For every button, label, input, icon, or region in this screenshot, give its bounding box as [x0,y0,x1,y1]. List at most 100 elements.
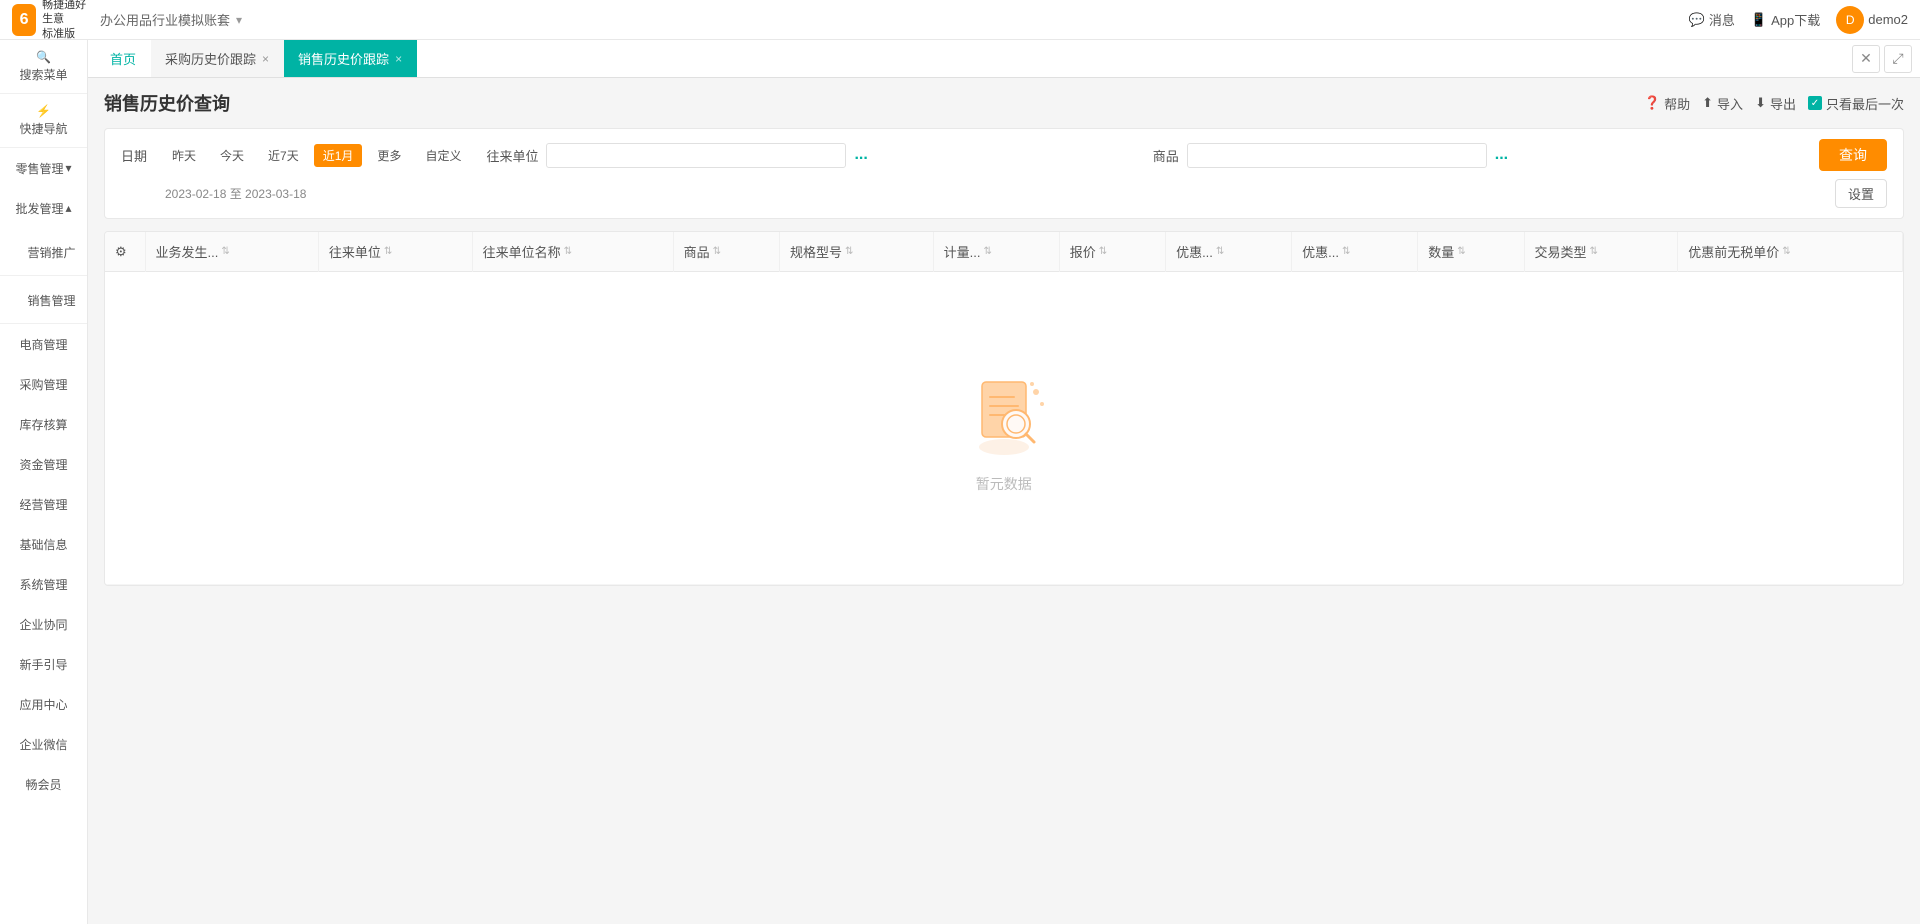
shortcuts-icon: ⚡ [36,104,51,118]
sort-icon: ⇅ [984,246,992,257]
close-tab-button[interactable]: ✕ [1852,45,1880,73]
chevron-down-icon: ▾ [65,161,71,175]
settings-button[interactable]: 设置 [1835,179,1887,208]
tab-purchase-history[interactable]: 采购历史价跟踪 × [151,40,284,77]
sidebar-item-finance[interactable]: 资金管理 [0,444,87,484]
sidebar-item-shortcuts[interactable]: ⚡ 快捷导航 [0,94,87,148]
only-last-checkbox[interactable]: ✓ 只看最后一次 [1808,94,1904,113]
th-biz-date[interactable]: 业务发生... ⇅ [145,232,318,272]
sort-icon: ⇅ [221,246,229,257]
sidebar-item-sales[interactable]: 销售管理 [0,276,87,324]
tab-sales-history[interactable]: 销售历史价跟踪 × [284,40,417,77]
sidebar-item-wholesale[interactable]: 批发管理 ▴ [0,188,87,228]
partner-label: 往来单位 [486,146,538,165]
sidebar-item-retail[interactable]: 零售管理 ▾ [0,148,87,188]
date-btn-yesterday[interactable]: 昨天 [163,144,205,167]
query-button[interactable]: 查询 [1819,139,1887,171]
partner-input[interactable] [546,143,846,168]
help-icon: ❓ [1644,95,1660,111]
chevron-up-icon: ▴ [65,201,71,215]
help-button[interactable]: ❓ 帮助 [1644,94,1690,113]
th-settings[interactable]: ⚙ [105,232,145,272]
main-layout: 🔍 搜索菜单 ⚡ 快捷导航 零售管理 ▾ 批发管理 ▴ 营销推广 销售管理 电商… [0,40,1920,924]
sidebar-item-search[interactable]: 🔍 搜索菜单 [0,40,87,94]
tab-close-sales[interactable]: × [395,53,402,65]
date-filter-label: 日期 [121,146,147,165]
sort-icon: ⇅ [1590,246,1598,257]
maximize-button[interactable]: ⤢ [1884,45,1912,73]
th-unit[interactable]: 计量... ⇅ [933,232,1059,272]
th-trade-type[interactable]: 交易类型 ⇅ [1524,232,1678,272]
sidebar: 🔍 搜索菜单 ⚡ 快捷导航 零售管理 ▾ 批发管理 ▴ 营销推广 销售管理 电商… [0,40,88,924]
goods-filter-group: 商品 ... [1153,143,1803,168]
th-pretax-price[interactable]: 优惠前无税单价 ⇅ [1678,232,1903,272]
export-button[interactable]: ⬇ 导出 [1755,94,1796,113]
empty-state-row: 暂元数据 [105,272,1903,585]
sidebar-item-inventory[interactable]: 库存核算 [0,404,87,444]
gear-icon: ⚙ [115,244,127,259]
goods-label: 商品 [1153,146,1179,165]
date-range-display: 2023-02-18 至 2023-03-18 [165,185,306,202]
sidebar-item-member[interactable]: 畅会员 [0,764,87,804]
filter-row-date-range: 2023-02-18 至 2023-03-18 设置 [121,179,1887,208]
avatar: D [1836,6,1864,34]
th-goods[interactable]: 商品 ⇅ [673,232,779,272]
sidebar-item-enterprise[interactable]: 企业协同 [0,604,87,644]
sidebar-item-marketing[interactable]: 营销推广 [0,228,87,276]
import-button[interactable]: ⬆ 导入 [1702,94,1743,113]
top-bar: 6 畅捷通好生意 标准版 办公用品行业模拟账套 ▾ 💬 消息 📱 App下载 D… [0,0,1920,40]
logo: 6 畅捷通好生意 标准版 [12,0,92,41]
sort-icon: ⇅ [1457,246,1465,257]
page-actions: ❓ 帮助 ⬆ 导入 ⬇ 导出 ✓ 只看最后一次 [1644,94,1904,113]
tab-home[interactable]: 首页 [96,40,151,77]
sidebar-item-purchase[interactable]: 采购管理 [0,364,87,404]
page-content: 销售历史价查询 ❓ 帮助 ⬆ 导入 ⬇ 导出 ✓ [88,78,1920,924]
th-discount1[interactable]: 优惠... ⇅ [1166,232,1292,272]
th-price[interactable]: 报价 ⇅ [1059,232,1165,272]
goods-input[interactable] [1187,143,1487,168]
tab-bar: 首页 采购历史价跟踪 × 销售历史价跟踪 × ✕ ⤢ [88,40,1920,78]
th-partner-name[interactable]: 往来单位名称 ⇅ [472,232,673,272]
table-header-row: ⚙ 业务发生... ⇅ 往来单位 [105,232,1903,272]
sort-icon: ⇅ [1216,246,1224,257]
sidebar-item-apps[interactable]: 应用中心 [0,684,87,724]
sidebar-item-guide[interactable]: 新手引导 [0,644,87,684]
empty-icon [954,362,1054,462]
date-btn-7days[interactable]: 近7天 [259,144,308,167]
workspace-title: 办公用品行业模拟账套 ▾ [100,10,1681,29]
th-discount2[interactable]: 优惠... ⇅ [1292,232,1418,272]
partner-filter-group: 往来单位 ... [486,143,1136,168]
date-btn-custom[interactable]: 自定义 [416,144,470,167]
search-icon: 🔍 [36,50,51,64]
sidebar-item-ecommerce[interactable]: 电商管理 [0,324,87,364]
date-btn-today[interactable]: 今天 [211,144,253,167]
th-partner-code[interactable]: 往来单位 ⇅ [318,232,472,272]
partner-select-btn[interactable]: ... [854,146,867,164]
th-qty[interactable]: 数量 ⇅ [1418,232,1524,272]
tab-bar-actions: ✕ ⤢ [1852,45,1912,73]
sidebar-item-operations[interactable]: 经营管理 [0,484,87,524]
date-btn-more[interactable]: 更多 [368,144,410,167]
message-button[interactable]: 💬 消息 [1689,10,1735,29]
th-spec[interactable]: 规格型号 ⇅ [779,232,933,272]
data-table: ⚙ 业务发生... ⇅ 往来单位 [105,232,1903,585]
logo-icon: 6 [12,4,36,36]
sidebar-item-base-info[interactable]: 基础信息 [0,524,87,564]
date-btn-1month[interactable]: 近1月 [314,144,363,167]
date-options: 昨天 今天 近7天 近1月 更多 自定义 [163,144,470,167]
logo-text: 畅捷通好生意 标准版 [42,0,92,41]
tab-close-purchase[interactable]: × [262,53,269,65]
data-table-container: ⚙ 业务发生... ⇅ 往来单位 [104,231,1904,586]
sidebar-item-wechat[interactable]: 企业微信 [0,724,87,764]
filter-row-date: 日期 昨天 今天 近7天 近1月 更多 自定义 往来单位 ... [121,139,1887,171]
goods-select-btn[interactable]: ... [1495,146,1508,164]
filter-bar: 日期 昨天 今天 近7天 近1月 更多 自定义 往来单位 ... [104,128,1904,219]
app-download-button[interactable]: 📱 App下载 [1751,10,1820,29]
sort-icon: ⇅ [1099,246,1107,257]
sort-icon: ⇅ [845,246,853,257]
sort-icon: ⇅ [1782,246,1790,257]
checkbox-icon: ✓ [1808,96,1822,110]
sidebar-item-system[interactable]: 系统管理 [0,564,87,604]
user-menu[interactable]: D demo2 [1836,6,1908,34]
chevron-down-icon[interactable]: ▾ [236,13,242,27]
